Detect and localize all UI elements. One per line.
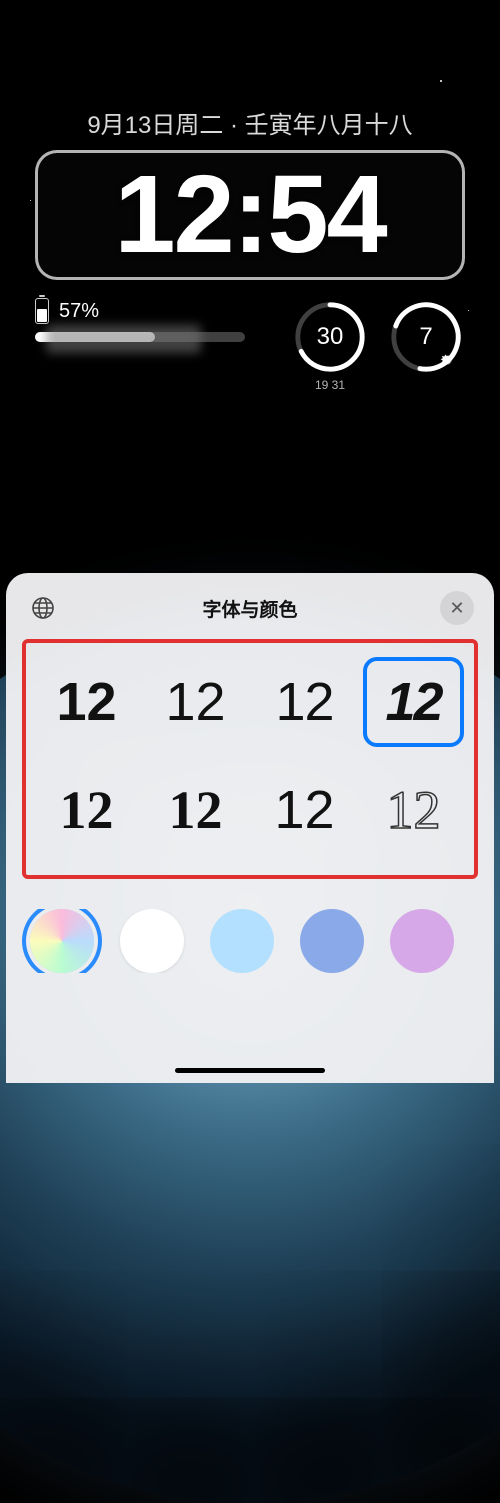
- color-swatch-4[interactable]: [300, 909, 364, 973]
- home-indicator[interactable]: [175, 1068, 325, 1073]
- clock-frame[interactable]: 12:54: [35, 150, 465, 280]
- font-option-4[interactable]: 12: [363, 657, 464, 747]
- font-option-1[interactable]: 12: [36, 657, 137, 747]
- weather-ring-widget[interactable]: 30 19 31: [291, 298, 369, 376]
- lockscreen-date[interactable]: 9月13日周二 · 壬寅年八月十八: [87, 105, 412, 140]
- font-option-5[interactable]: 12: [36, 765, 137, 855]
- font-option-3[interactable]: 12: [254, 657, 355, 747]
- close-button[interactable]: ✕: [440, 591, 474, 625]
- color-swatch-5[interactable]: [390, 909, 454, 973]
- uv-ring-widget[interactable]: 7: [387, 298, 465, 376]
- ring-sub-1: 19 31: [315, 378, 345, 392]
- globe-icon[interactable]: [26, 591, 60, 625]
- lockscreen-time: 12:54: [114, 160, 385, 270]
- font-grid-highlight: 1212121212121212: [22, 639, 478, 879]
- color-picker-row: [20, 909, 480, 973]
- battery-icon: [35, 298, 49, 324]
- font-color-panel: 字体与颜色 ✕ 1212121212121212: [6, 573, 494, 1083]
- panel-title: 字体与颜色: [202, 595, 297, 622]
- sun-icon: [443, 356, 451, 364]
- font-option-8[interactable]: 12: [363, 765, 464, 855]
- color-swatch-1[interactable]: [30, 909, 94, 973]
- battery-percent: 57%: [59, 300, 99, 323]
- font-option-2[interactable]: 12: [145, 657, 246, 747]
- font-option-7[interactable]: 12: [254, 765, 355, 855]
- blurred-region: [46, 325, 201, 353]
- font-option-6[interactable]: 12: [145, 765, 246, 855]
- color-swatch-2[interactable]: [120, 909, 184, 973]
- color-swatch-3[interactable]: [210, 909, 274, 973]
